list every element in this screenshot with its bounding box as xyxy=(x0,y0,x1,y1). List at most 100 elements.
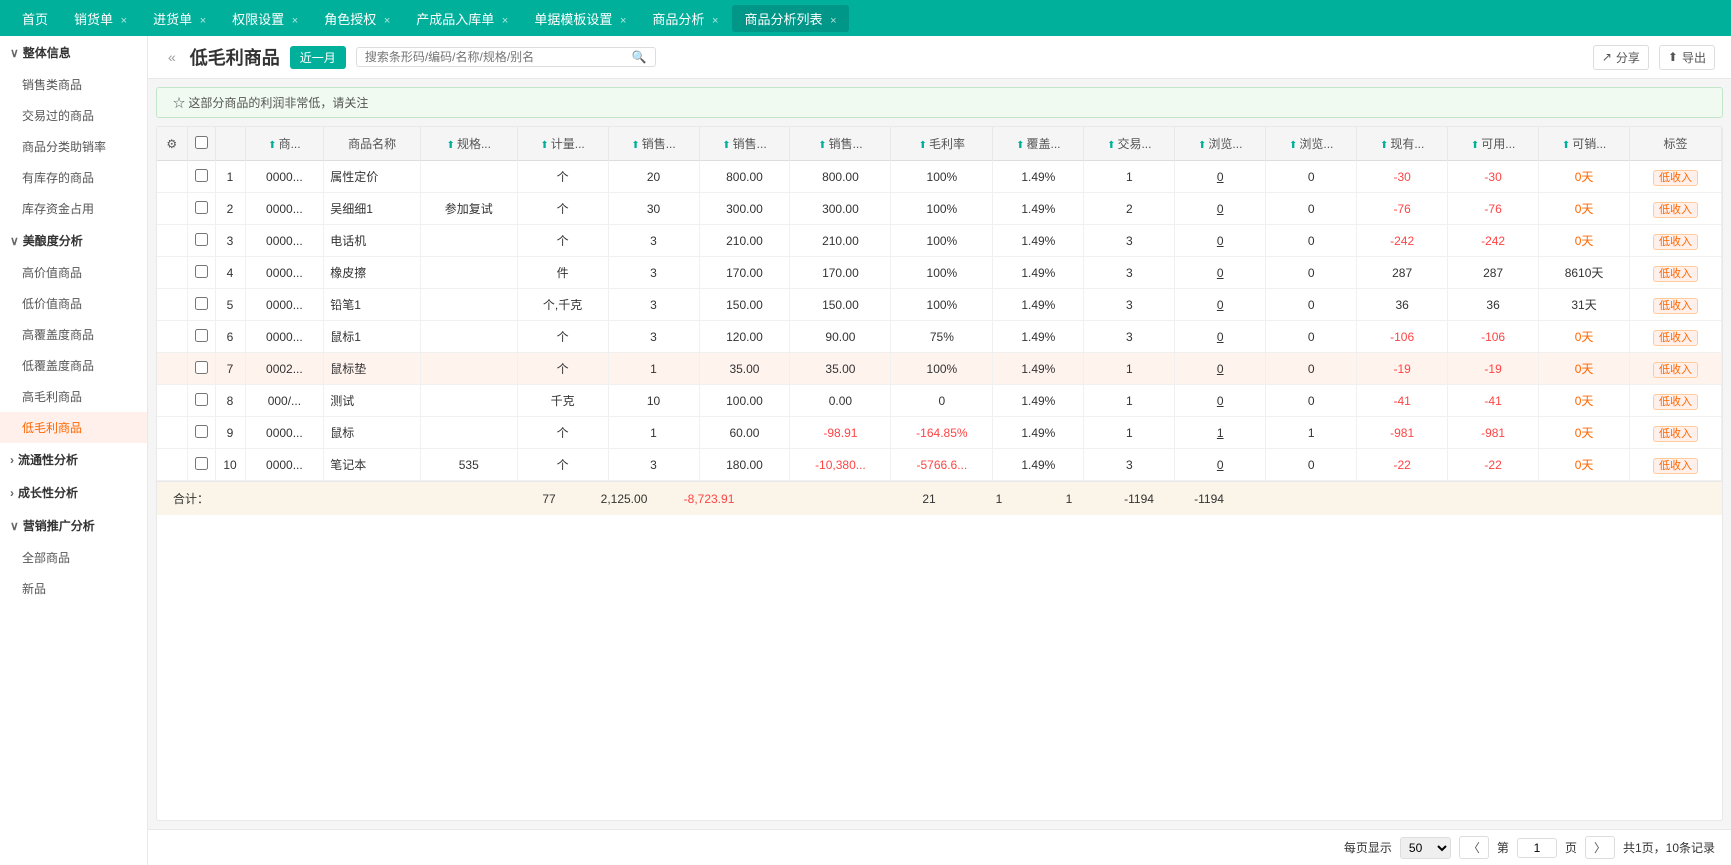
sidebar-item-high-coverage[interactable]: 高覆盖度商品 xyxy=(0,319,147,350)
sidebar-item-sales-goods[interactable]: 销售类商品 xyxy=(0,69,147,100)
row-browse1-4[interactable]: 0 xyxy=(1175,289,1266,321)
col-browse2[interactable]: ⬆浏览... xyxy=(1266,127,1357,161)
nav-role-close[interactable]: × xyxy=(384,15,390,27)
nav-goods-analysis[interactable]: 商品分析 × xyxy=(640,5,730,32)
nav-purchase-close[interactable]: × xyxy=(200,15,206,27)
share-btn[interactable]: ↗ 分享 xyxy=(1593,45,1649,70)
sidebar-item-low-margin[interactable]: 低毛利商品 xyxy=(0,412,147,443)
col-sale-profit[interactable]: ⬆销售... xyxy=(790,127,891,161)
sidebar-item-new-goods[interactable]: 新品 xyxy=(0,573,147,604)
nav-sales[interactable]: 销货单 × xyxy=(62,5,139,32)
nav-goods-analysis-close[interactable]: × xyxy=(712,15,718,27)
prev-page-btn[interactable]: 〈 xyxy=(1459,836,1489,859)
row-checkbox-6[interactable] xyxy=(187,353,215,385)
sidebar-item-high-margin[interactable]: 高毛利商品 xyxy=(0,381,147,412)
nav-template-close[interactable]: × xyxy=(620,15,626,27)
sidebar-item-in-stock[interactable]: 有库存的商品 xyxy=(0,162,147,193)
col-available[interactable]: ⬆可用... xyxy=(1448,127,1539,161)
row-browse1-6[interactable]: 0 xyxy=(1175,353,1266,385)
col-checkbox[interactable] xyxy=(187,127,215,161)
sidebar-item-low-coverage[interactable]: 低覆盖度商品 xyxy=(0,350,147,381)
row-sale-amount-9: 180.00 xyxy=(699,449,790,481)
nav-role[interactable]: 角色授权 × xyxy=(312,5,402,32)
col-spec[interactable]: ⬆规格... xyxy=(420,127,517,161)
sidebar-group-liquidity[interactable]: › 流通性分析 xyxy=(0,443,147,476)
nav-goods-analysis-list[interactable]: 商品分析列表 × xyxy=(732,5,848,32)
row-checkbox-3[interactable] xyxy=(187,257,215,289)
page-header: « 低毛利商品 近一月 🔍 ↗ 分享 ⬆ 导出 xyxy=(148,36,1731,79)
row-browse1-1[interactable]: 0 xyxy=(1175,193,1266,225)
row-browse1-0[interactable]: 0 xyxy=(1175,161,1266,193)
export-btn[interactable]: ⬆ 导出 xyxy=(1659,45,1715,70)
sidebar-item-high-value[interactable]: 高价值商品 xyxy=(0,257,147,288)
row-checkbox-2[interactable] xyxy=(187,225,215,257)
sidebar-collapse-btn[interactable]: « xyxy=(164,49,180,65)
col-settings[interactable]: ⚙ xyxy=(157,127,187,161)
nav-purchase[interactable]: 进货单 × xyxy=(141,5,218,32)
table-row: 7 0002... 鼠标垫 个 1 35.00 35.00 100% 1.49%… xyxy=(157,353,1722,385)
nav-template[interactable]: 单据模板设置 × xyxy=(522,5,638,32)
search-icon[interactable]: 🔍 xyxy=(632,50,647,64)
sidebar-group-overall-label: 整体信息 xyxy=(23,44,71,61)
nav-permission-close[interactable]: × xyxy=(292,15,298,27)
nav-goods-analysis-list-close[interactable]: × xyxy=(830,15,836,27)
row-unit-3: 件 xyxy=(517,257,608,289)
col-browse1[interactable]: ⬆浏览... xyxy=(1175,127,1266,161)
row-browse1-8[interactable]: 1 xyxy=(1175,417,1266,449)
row-gross-rate-7: 0 xyxy=(891,385,993,417)
col-sale-amount[interactable]: ⬆销售... xyxy=(699,127,790,161)
sidebar-group-overall[interactable]: ∨ 整体信息 xyxy=(0,36,147,69)
row-browse1-3[interactable]: 0 xyxy=(1175,257,1266,289)
date-filter-btn[interactable]: 近一月 xyxy=(290,46,346,69)
col-coverage[interactable]: ⬆覆盖... xyxy=(993,127,1084,161)
row-checkbox-7[interactable] xyxy=(187,385,215,417)
sidebar-group-growth[interactable]: › 成长性分析 xyxy=(0,476,147,509)
col-tag[interactable]: 标签 xyxy=(1630,127,1722,161)
row-browse1-9[interactable]: 0 xyxy=(1175,449,1266,481)
col-sale-qty[interactable]: ⬆销售... xyxy=(608,127,699,161)
page-unit: 页 xyxy=(1565,839,1577,856)
row-name-5: 鼠标1 xyxy=(324,321,421,353)
select-all-checkbox[interactable] xyxy=(195,136,208,149)
sidebar-item-stock-capital[interactable]: 库存资金占用 xyxy=(0,193,147,224)
row-browse1-7[interactable]: 0 xyxy=(1175,385,1266,417)
row-checkbox-9[interactable] xyxy=(187,449,215,481)
row-current-stock-8: -981 xyxy=(1357,417,1448,449)
sidebar-group-marketing[interactable]: ∨ 营销推广分析 xyxy=(0,509,147,542)
nav-product-entry-close[interactable]: × xyxy=(502,15,508,27)
sidebar-item-low-value[interactable]: 低价值商品 xyxy=(0,288,147,319)
nav-home[interactable]: 首页 xyxy=(10,5,60,32)
next-page-btn[interactable]: 〉 xyxy=(1585,836,1615,859)
sidebar-item-all-goods[interactable]: 全部商品 xyxy=(0,542,147,573)
col-code[interactable]: ⬆商... xyxy=(245,127,324,161)
row-checkbox-1[interactable] xyxy=(187,193,215,225)
sidebar-group-beauty[interactable]: ∨ 美酿度分析 xyxy=(0,224,147,257)
row-checkbox-0[interactable] xyxy=(187,161,215,193)
row-unit-0: 个 xyxy=(517,161,608,193)
row-no-0: 1 xyxy=(215,161,245,193)
col-unit[interactable]: ⬆计量... xyxy=(517,127,608,161)
nav-permission[interactable]: 权限设置 × xyxy=(220,5,310,32)
nav-sales-close[interactable]: × xyxy=(121,15,127,27)
col-name[interactable]: 商品名称 xyxy=(324,127,421,161)
sidebar-item-traded-goods[interactable]: 交易过的商品 xyxy=(0,100,147,131)
table-footer: 合计： 77 2,125.00 -8,723.91 21 1 1 -1194 -… xyxy=(157,481,1722,515)
row-browse1-5[interactable]: 0 xyxy=(1175,321,1266,353)
sidebar-group-beauty-label: 美酿度分析 xyxy=(23,232,83,249)
table-row: 10 0000... 笔记本 535 个 3 180.00 -10,380...… xyxy=(157,449,1722,481)
table-container[interactable]: ⚙ ⬆商... 商品名称 ⬆规格... ⬆计量... ⬆销售... ⬆销售...… xyxy=(156,126,1723,821)
row-checkbox-5[interactable] xyxy=(187,321,215,353)
col-gross-rate[interactable]: ⬆毛利率 xyxy=(891,127,993,161)
row-browse1-2[interactable]: 0 xyxy=(1175,225,1266,257)
page-number-input[interactable] xyxy=(1517,838,1557,858)
row-checkbox-4[interactable] xyxy=(187,289,215,321)
col-sellable[interactable]: ⬆可销... xyxy=(1539,127,1630,161)
sidebar-item-category-rate[interactable]: 商品分类助销率 xyxy=(0,131,147,162)
search-input[interactable] xyxy=(365,50,632,64)
row-sale-amount-4: 150.00 xyxy=(699,289,790,321)
col-current-stock[interactable]: ⬆现有... xyxy=(1357,127,1448,161)
row-checkbox-8[interactable] xyxy=(187,417,215,449)
col-trade[interactable]: ⬆交易... xyxy=(1084,127,1175,161)
nav-product-entry[interactable]: 产成品入库单 × xyxy=(404,5,520,32)
page-size-select[interactable]: 50 10 20 100 xyxy=(1400,837,1451,859)
